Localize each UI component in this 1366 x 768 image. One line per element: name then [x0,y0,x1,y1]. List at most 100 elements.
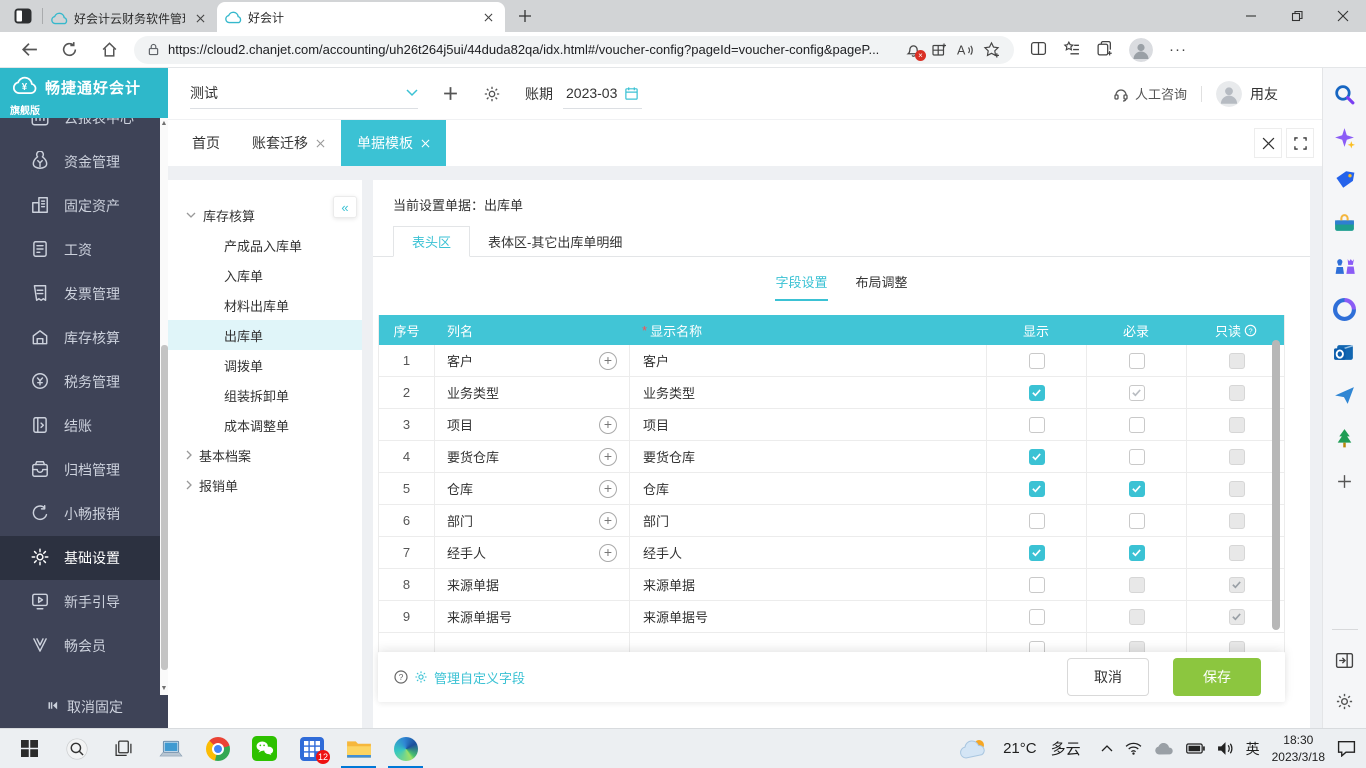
sidebar-item-9[interactable]: 归档管理 [0,448,168,492]
table-scrollbar[interactable] [1272,340,1280,630]
show-checkbox[interactable] [1029,577,1045,593]
close-window-button[interactable] [1320,0,1366,32]
support-link[interactable]: 人工咨询 [1135,84,1187,103]
readonly-checkbox[interactable] [1229,641,1245,653]
taskbar-task-view-icon[interactable] [100,729,147,768]
refresh-icon[interactable] [54,36,84,64]
show-checkbox[interactable] [1029,417,1045,433]
readonly-help-icon[interactable]: ? [1244,324,1257,337]
weather-icon[interactable] [959,738,989,760]
taskbar-start-icon[interactable] [6,729,53,768]
cancel-button[interactable]: 取消 [1067,658,1149,696]
manage-custom-fields-link[interactable]: ? 管理自定义字段 [394,668,525,687]
taskbar-edge-icon[interactable] [382,729,429,768]
taskbar-wechat-icon[interactable] [241,729,288,768]
volume-icon[interactable] [1217,741,1234,756]
wifi-icon[interactable] [1125,742,1142,755]
nav-tab-3[interactable]: 单据模板 [341,120,446,166]
sidebar-item-12[interactable]: 新手引导 [0,580,168,624]
favorite-add-icon[interactable] [983,41,1000,58]
readonly-checkbox[interactable] [1229,513,1245,529]
chevron-right-icon[interactable] [186,450,192,460]
sidebar-item-2[interactable]: 资金管理 [0,140,168,184]
minimize-button[interactable] [1228,0,1274,32]
taskbar-app-grid-icon[interactable]: 12 [288,729,335,768]
nav-tab-2[interactable]: 账套迁移 [236,120,341,166]
show-checkbox[interactable] [1029,641,1045,653]
sidebar-item-6[interactable]: 库存核算 [0,316,168,360]
required-checkbox[interactable] [1129,449,1145,465]
notification-center-icon[interactable] [1337,740,1356,757]
tab-workspaces-icon[interactable] [8,3,38,29]
collapse-panel-button[interactable]: « [333,196,357,218]
edge-shopping-icon[interactable] [1331,168,1359,193]
required-checkbox[interactable] [1129,577,1145,593]
edge-add-icon[interactable] [1331,469,1359,494]
clock[interactable]: 18:30 2023/3/18 [1272,732,1325,764]
sidebar-item-3[interactable]: 固定资产 [0,184,168,228]
required-checkbox[interactable] [1129,481,1145,497]
edge-games-icon[interactable] [1331,254,1359,279]
tree-item[interactable]: 成本调整单 [168,410,362,440]
onedrive-icon[interactable] [1154,743,1174,755]
tree-group[interactable]: 报销单 [168,470,362,500]
url-bar[interactable]: https://cloud2.chanjet.com/accounting/uh… [134,36,1014,64]
area-tab-2[interactable]: 表体区-其它出库单明细 [470,226,640,257]
tree-group[interactable]: 基本档案 [168,440,362,470]
edge-toolbox-icon[interactable] [1331,211,1359,236]
readonly-checkbox[interactable] [1229,385,1245,401]
sidebar-item-7[interactable]: 税务管理 [0,360,168,404]
readonly-checkbox[interactable] [1229,545,1245,561]
tree-item[interactable]: 产成品入库单 [168,230,362,260]
nav-tab-1[interactable]: 首页 [176,120,236,166]
weather-desc[interactable]: 多云 [1051,738,1081,759]
tab-close-icon[interactable] [191,9,209,27]
collections-icon[interactable] [1063,40,1080,60]
show-checkbox[interactable] [1029,385,1045,401]
period-picker[interactable]: 2023-03 [563,79,642,109]
split-screen-icon[interactable] [1030,41,1047,59]
show-checkbox[interactable] [1029,545,1045,561]
add-account-icon[interactable] [442,85,459,102]
edge-settings-icon[interactable] [1331,689,1359,714]
edge-drop-icon[interactable] [1331,383,1359,408]
sub-tab-1[interactable]: 字段设置 [775,272,827,301]
nav-tab-close-icon[interactable] [316,139,325,148]
sidebar-item-11[interactable]: 基础设置 [0,536,168,580]
add-field-icon[interactable]: + [599,448,617,466]
tree-item[interactable]: 调拨单 [168,350,362,380]
sidebar-item-10[interactable]: 小畅报销 [0,492,168,536]
edge-sidebar-panel-icon[interactable] [1331,648,1359,673]
add-field-icon[interactable]: + [599,512,617,530]
edge-copilot-icon[interactable] [1331,125,1359,150]
add-field-icon[interactable]: + [599,480,617,498]
sidebar-scroll-thumb[interactable] [161,345,168,670]
edge-grow-icon[interactable] [1331,426,1359,451]
tree-item[interactable]: 入库单 [168,260,362,290]
nav-tab-close-icon[interactable] [421,139,430,148]
scroll-up-icon[interactable]: ▲ [160,119,168,129]
new-tab-button[interactable] [511,2,539,30]
input-language[interactable]: 英 [1246,739,1260,759]
required-checkbox[interactable] [1129,641,1145,653]
tree-item[interactable]: 材料出库单 [168,290,362,320]
readonly-checkbox[interactable] [1229,449,1245,465]
user-avatar[interactable] [1216,81,1242,107]
home-icon[interactable] [94,36,124,64]
readonly-checkbox[interactable] [1229,577,1245,593]
required-checkbox[interactable] [1129,417,1145,433]
browser-tab[interactable]: 好会计 [217,2,505,32]
notifications-blocked-icon[interactable]: × [905,41,922,58]
chevron-right-icon[interactable] [186,480,192,490]
required-checkbox[interactable] [1129,609,1145,625]
edge-search-icon[interactable] [1331,82,1359,107]
required-checkbox[interactable] [1129,545,1145,561]
area-tab-1[interactable]: 表头区 [393,226,470,257]
required-checkbox[interactable] [1129,353,1145,369]
account-select[interactable]: 测试 [190,79,418,109]
edge-outlook-icon[interactable] [1331,340,1359,365]
tree-item[interactable]: 组装拆卸单 [168,380,362,410]
chevron-expanded-icon[interactable] [186,212,196,218]
required-checkbox[interactable] [1129,513,1145,529]
read-aloud-icon[interactable]: A [956,43,974,57]
